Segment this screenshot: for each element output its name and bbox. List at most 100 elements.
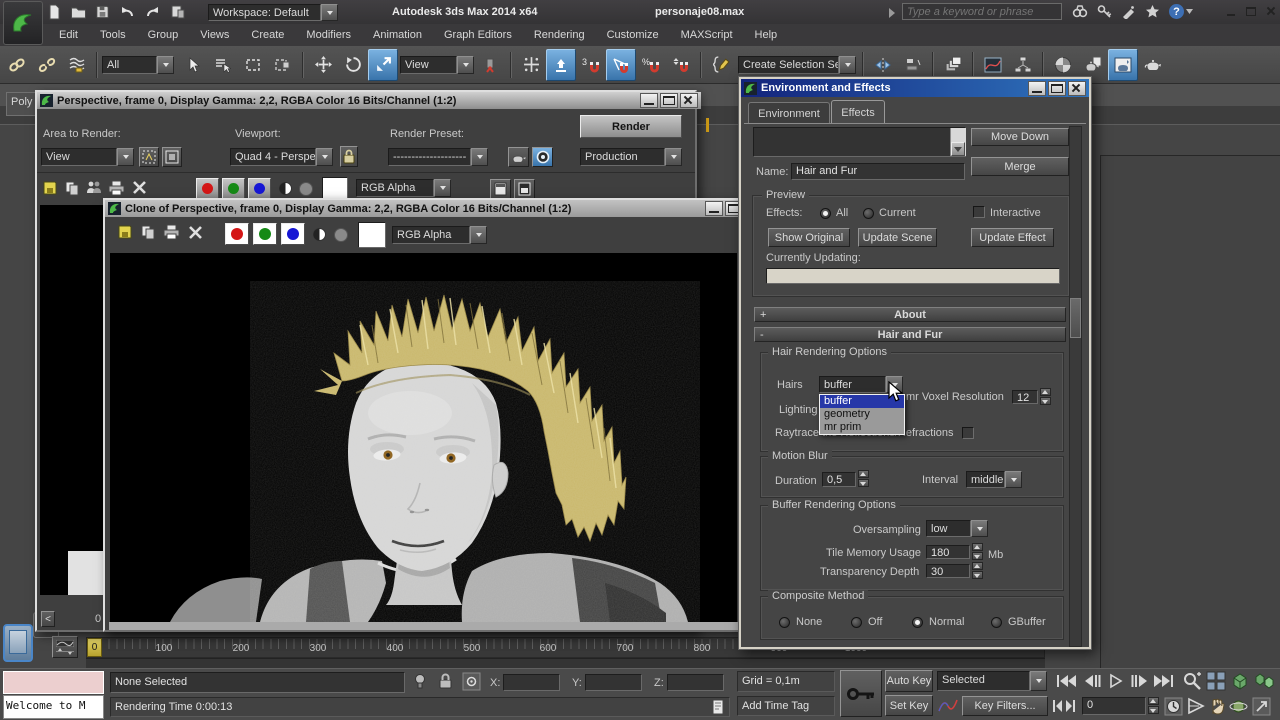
transparency-depth-field[interactable]: 30 [926,564,970,578]
select-object-button[interactable] [178,49,208,81]
menu-edit[interactable]: Edit [48,26,89,44]
maxscript-listener-field[interactable]: Welcome to M [3,695,104,719]
rfw2-print-button[interactable] [163,224,180,240]
rfw1-mode-dropdown[interactable]: Production [580,148,682,166]
menu-views[interactable]: Views [189,26,240,44]
time-slider[interactable]: 0 [87,638,102,657]
rfw2-channel-dropdown[interactable]: RGB Alpha [392,226,487,244]
transparency-spinner[interactable] [972,562,983,579]
duration-spinner-down-icon[interactable] [858,479,869,487]
rendered-frame-window-button[interactable] [1108,48,1138,81]
voxel-spinner[interactable] [1040,388,1051,405]
time-configuration-button[interactable] [1164,697,1183,716]
menu-create[interactable]: Create [240,26,295,44]
rfw1-mode-arrow-icon[interactable] [665,148,682,166]
tab-environment[interactable]: Environment [748,102,830,124]
reference-coordinate-dropdown[interactable]: View [400,55,474,74]
oversampling-arrow-icon[interactable] [971,520,988,537]
composite-none-radio[interactable] [779,617,790,628]
key-mode-dropdown[interactable]: Selected [937,671,1047,691]
move-down-button[interactable]: Move Down [971,128,1069,146]
render-production-button[interactable] [1138,49,1168,81]
update-effect-button[interactable]: Update Effect [971,228,1054,247]
go-to-end-button[interactable] [1153,672,1175,690]
search-button[interactable] [1072,4,1088,19]
hair-and-fur-rollout[interactable]: - Hair and Fur [754,327,1066,342]
rfw1-clone-window-button[interactable] [86,180,102,196]
set-key-button[interactable]: Set Key [885,695,933,716]
auto-key-button[interactable]: Auto Key [885,670,933,692]
use-pivot-point-button[interactable] [476,49,506,81]
window-close-button[interactable] [1264,5,1278,18]
help-button[interactable]: ? [1169,4,1193,19]
orbit-view-button[interactable] [1229,697,1248,716]
play-animation-button[interactable] [1108,672,1124,690]
effects-all-radio[interactable] [820,208,831,219]
interval-arrow-icon[interactable] [1005,471,1022,488]
frame-spinner-down-icon[interactable] [1148,706,1159,714]
rfw1-print-button[interactable] [108,180,125,196]
dialog-title-bar[interactable]: Environment and Effects [741,79,1089,97]
percent-snap-toggle-button[interactable]: % [636,49,666,81]
window-minimize-button[interactable] [1224,5,1238,18]
refcoord-dropdown-arrow-icon[interactable] [457,55,474,74]
tab-effects[interactable]: Effects [831,100,885,124]
menu-maxscript[interactable]: MAXScript [670,26,744,44]
rfw1-area-dropdown[interactable]: View [41,148,134,166]
rfw1-channel-arrow-icon[interactable] [434,179,451,197]
isolate-selection-button[interactable] [413,673,427,691]
z-coordinate-field[interactable] [667,674,724,691]
rfw1-close-button[interactable] [680,93,698,108]
dialog-scrollbar-thumb[interactable] [1070,298,1081,338]
merge-button[interactable]: Merge [971,157,1069,176]
communication-center-button[interactable] [1121,4,1136,19]
dialog-maximize-button[interactable] [1048,80,1066,96]
rfw1-viewport-lock-button[interactable] [340,146,358,167]
pan-view-button[interactable] [1208,697,1227,716]
effect-name-field[interactable]: Hair and Fur [791,163,965,180]
add-time-tag-field[interactable]: Add Time Tag [737,696,835,716]
select-and-rotate-button[interactable] [338,49,368,81]
select-and-scale-button[interactable] [368,48,398,81]
workspace-dropdown-arrow-icon[interactable] [321,4,338,21]
redo-button[interactable] [144,4,162,20]
set-keys-button[interactable] [840,670,882,717]
duration-spinner[interactable] [858,470,869,487]
update-scene-button[interactable]: Update Scene [858,228,937,247]
rfw2-red-channel-button[interactable] [225,223,249,245]
rfw2-green-channel-button[interactable] [253,223,277,245]
oversampling-dropdown[interactable]: low [926,520,988,537]
voxel-resolution-field[interactable]: 12 [1012,390,1038,404]
interactive-checkbox[interactable] [973,206,985,218]
open-file-button[interactable] [70,4,87,20]
rfw1-green-channel-button[interactable] [222,178,245,199]
next-frame-button[interactable] [1130,672,1150,690]
frame-spinner[interactable] [1148,697,1159,714]
dialog-scrollbar-track[interactable] [1069,126,1082,647]
dialog-close-button[interactable] [1068,80,1086,96]
rectangular-selection-region-button[interactable] [238,49,268,81]
rfw1-hscroll-left-button[interactable]: < [41,611,55,627]
menu-graph-editors[interactable]: Graph Editors [433,26,523,44]
rfw1-copy-image-button[interactable] [64,180,80,196]
rfw1-delete-image-button[interactable] [132,180,147,195]
rfw1-auto-region-button[interactable] [162,147,182,167]
rfw1-blue-channel-button[interactable] [248,178,271,199]
undo-button[interactable] [118,4,136,20]
subscription-button[interactable] [1097,4,1112,19]
viewport-layout-tabs[interactable] [3,624,33,662]
hairs-option-mr-prim[interactable]: mr prim [820,421,904,434]
rfw2-save-image-button[interactable] [117,224,133,240]
rfw1-area-arrow-icon[interactable] [117,148,134,166]
select-by-name-button[interactable] [208,49,238,81]
hairs-option-geometry[interactable]: geometry [820,408,904,421]
raytrace-checkbox[interactable] [962,427,974,439]
tile-spinner-up-icon[interactable] [972,543,983,551]
window-crossing-toggle-button[interactable] [268,49,298,81]
spinner-snap-toggle-button[interactable] [666,49,696,81]
voxel-spinner-down-icon[interactable] [1040,397,1051,405]
rfw1-title-bar[interactable]: Perspective, frame 0, Display Gamma: 2,2… [37,92,701,109]
depth-spinner-down-icon[interactable] [972,571,983,579]
bind-to-space-warp-button[interactable] [62,49,92,81]
rfw1-render-button[interactable]: Render [580,115,682,138]
